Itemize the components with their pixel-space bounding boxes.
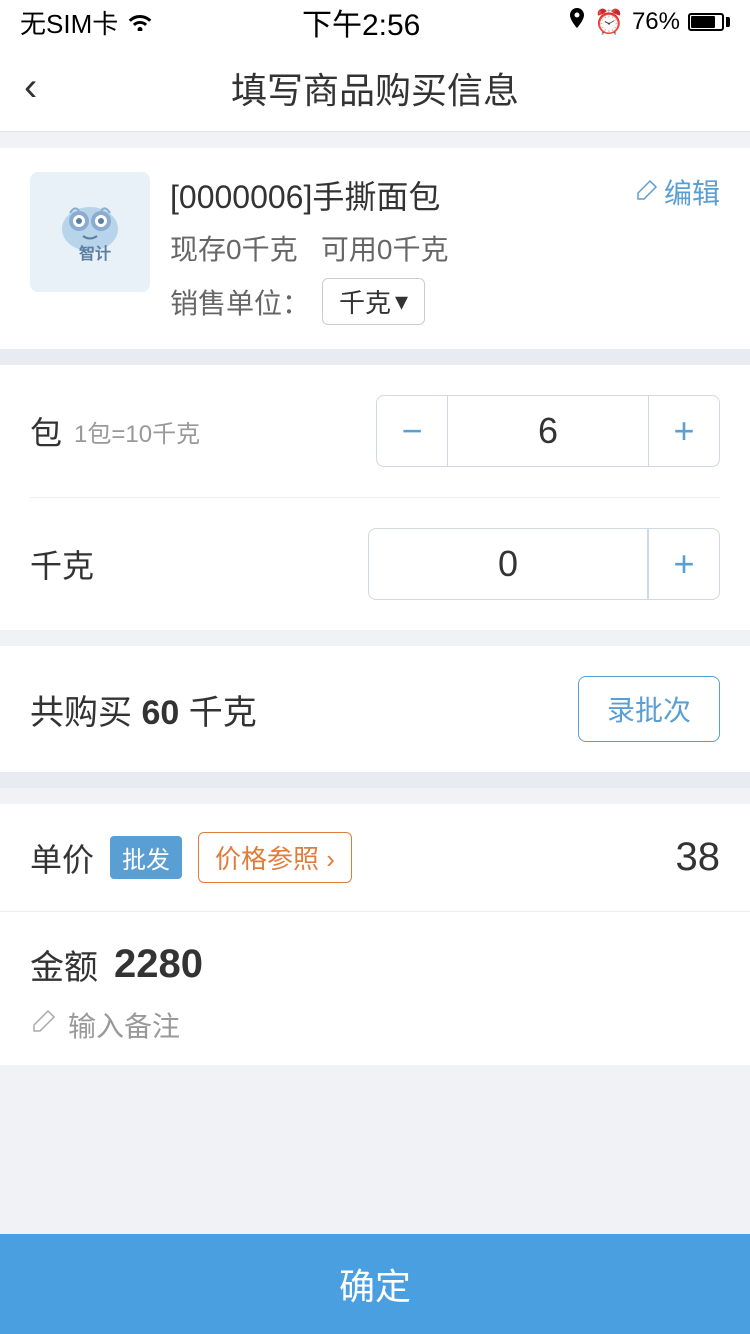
amount-section: 金额 2280 输入备注 — [0, 911, 750, 1065]
svg-text:智计: 智计 — [79, 244, 111, 261]
qty-label-kg: 千克 — [30, 541, 94, 587]
product-unit-row: 销售单位： 千克 ▾ — [170, 278, 720, 325]
qty-input-kg[interactable] — [368, 528, 648, 600]
battery-percentage: 76% — [632, 8, 680, 36]
qty-plus-kg[interactable]: + — [648, 528, 720, 600]
summary-quantity: 60 — [141, 694, 179, 732]
amount-row: 金额 2280 — [30, 940, 720, 989]
qty-row-bag: 包 1包=10千克 − + — [30, 365, 720, 498]
nav-bar: ‹ 填写商品购买信息 — [0, 44, 750, 132]
wifi-icon — [126, 7, 154, 38]
confirm-button[interactable]: 确定 — [0, 1234, 750, 1334]
location-icon — [568, 8, 586, 37]
alarm-icon: ⏰ — [594, 8, 624, 37]
status-bar: 无SIM卡 下午2:56 ⏰ 76% — [0, 0, 750, 44]
note-placeholder: 输入备注 — [68, 1005, 180, 1045]
qty-plus-bag[interactable]: + — [648, 395, 720, 467]
edit-icon — [636, 176, 658, 208]
qty-control-kg: + — [368, 528, 720, 600]
price-ref-button[interactable]: 价格参照 › — [198, 832, 352, 883]
qty-row-kg: 千克 + — [30, 498, 720, 630]
price-value: 38 — [676, 835, 721, 880]
carrier-text: 无SIM卡 — [20, 4, 118, 41]
product-thumbnail: 智计 — [30, 172, 150, 292]
unit-select[interactable]: 千克 ▾ — [322, 278, 425, 325]
batch-button[interactable]: 录批次 — [578, 676, 720, 742]
product-logo-icon: 智计 — [55, 191, 125, 273]
price-type-tag: 批发 — [110, 836, 182, 879]
edit-button[interactable]: 编辑 — [636, 172, 720, 212]
page-title: 填写商品购买信息 — [231, 62, 519, 114]
summary-section: 共购买 60 千克 录批次 — [0, 646, 750, 772]
qty-hint-bag: 1包=10千克 — [74, 414, 200, 449]
chevron-down-icon: ▾ — [395, 286, 408, 317]
note-row[interactable]: 输入备注 — [30, 1005, 720, 1045]
amount-label: 金额 — [30, 940, 98, 989]
price-section: 单价 批发 价格参照 › 38 — [0, 804, 750, 911]
battery-icon — [688, 13, 730, 31]
status-time: 下午2:56 — [302, 0, 420, 44]
summary-text: 共购买 60 千克 — [30, 685, 257, 734]
pencil-icon — [30, 1009, 56, 1042]
qty-label-bag: 包 1包=10千克 — [30, 408, 200, 454]
product-card: 智计 [0000006]手撕面包 现存0千克 可用0千克 销售单位： 千克 ▾ … — [0, 148, 750, 349]
qty-input-bag[interactable] — [448, 395, 648, 467]
product-stock: 现存0千克 可用0千克 — [170, 228, 720, 268]
divider-2 — [0, 772, 750, 788]
status-right: ⏰ 76% — [568, 8, 730, 37]
quantity-section: 包 1包=10千克 − + 千克 + — [0, 365, 750, 630]
back-button[interactable]: ‹ — [24, 65, 37, 110]
price-label: 单价 — [30, 835, 94, 881]
qty-minus-bag[interactable]: − — [376, 395, 448, 467]
divider-1 — [0, 349, 750, 365]
amount-value: 2280 — [114, 942, 203, 987]
qty-control-bag: − + — [376, 395, 720, 467]
status-carrier: 无SIM卡 — [20, 4, 154, 41]
